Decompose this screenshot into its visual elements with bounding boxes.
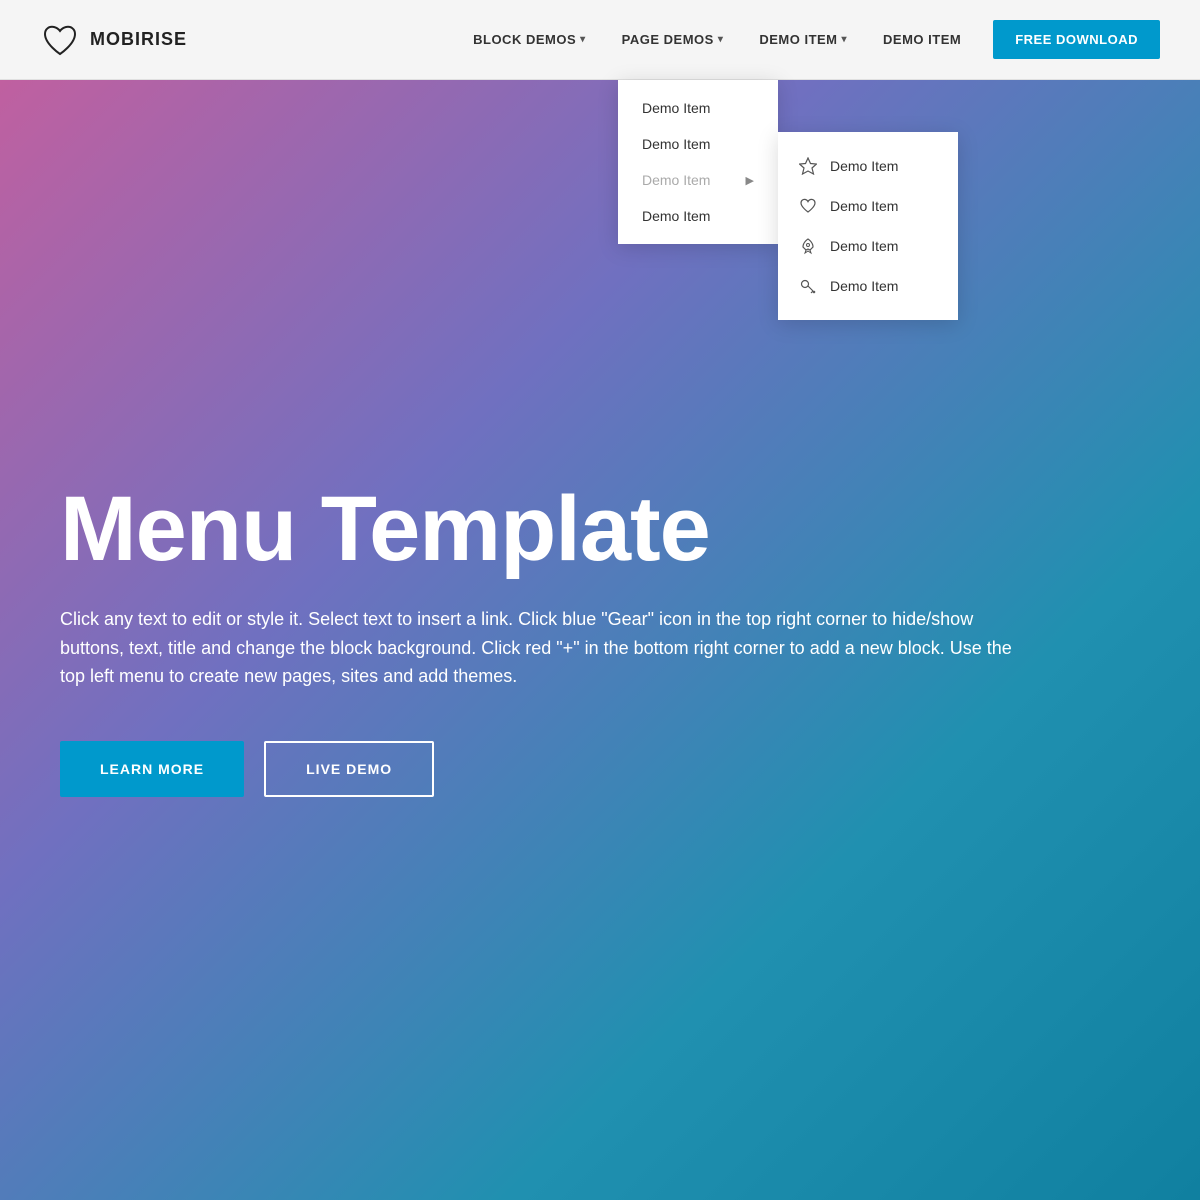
submenu-arrow-icon: ▶ [746, 174, 754, 187]
nav-links: BLOCK DEMOS ▾ PAGE DEMOS ▾ DEMO ITEM ▾ D… [459, 20, 1160, 59]
dropdown-item-2[interactable]: Demo Item [618, 126, 778, 162]
nav-item-page-demos[interactable]: PAGE DEMOS ▾ [608, 24, 738, 55]
star-icon [798, 156, 818, 176]
dropdown-second-item-3[interactable]: Demo Item [778, 226, 958, 266]
dropdown-second-item-2[interactable]: Demo Item [778, 186, 958, 226]
hero-section: Menu Template Click any text to edit or … [0, 80, 1200, 1200]
nav-item-block-demos[interactable]: BLOCK DEMOS ▾ [459, 24, 600, 55]
hero-title: Menu Template [60, 483, 1140, 575]
dropdown-second: Demo Item Demo Item Demo Item [778, 132, 958, 320]
rocket-icon [798, 236, 818, 256]
hero-buttons: LEARN MORE LIVE DEMO [60, 741, 1140, 797]
heart-icon [798, 196, 818, 216]
nav-item-demo-item-dropdown[interactable]: DEMO ITEM ▾ [745, 24, 861, 55]
live-demo-button[interactable]: LIVE DEMO [264, 741, 434, 797]
dropdown-first: Demo Item Demo Item Demo Item ▶ Demo Ite… [618, 80, 778, 244]
learn-more-button[interactable]: LEARN MORE [60, 741, 244, 797]
nav-item-demo-item-plain[interactable]: DEMO ITEM [869, 24, 975, 55]
chevron-down-icon: ▾ [842, 34, 848, 45]
dropdown-second-item-1[interactable]: Demo Item [778, 146, 958, 186]
dropdown-item-4[interactable]: Demo Item [618, 198, 778, 234]
dropdown-second-item-4[interactable]: Demo Item [778, 266, 958, 306]
free-download-button[interactable]: FREE DOWNLOAD [993, 20, 1160, 59]
chevron-down-icon: ▾ [718, 34, 724, 45]
chevron-down-icon: ▾ [580, 34, 586, 45]
brand[interactable]: MOBIRISE [40, 20, 187, 60]
heart-logo-icon [40, 20, 80, 60]
brand-name-text: MOBIRISE [90, 29, 187, 50]
dropdown-item-3-submenu[interactable]: Demo Item ▶ [618, 162, 778, 198]
key-icon [798, 276, 818, 296]
dropdown-item-1[interactable]: Demo Item [618, 90, 778, 126]
navbar: MOBIRISE BLOCK DEMOS ▾ PAGE DEMOS ▾ DEMO… [0, 0, 1200, 80]
hero-description: Click any text to edit or style it. Sele… [60, 605, 1020, 691]
